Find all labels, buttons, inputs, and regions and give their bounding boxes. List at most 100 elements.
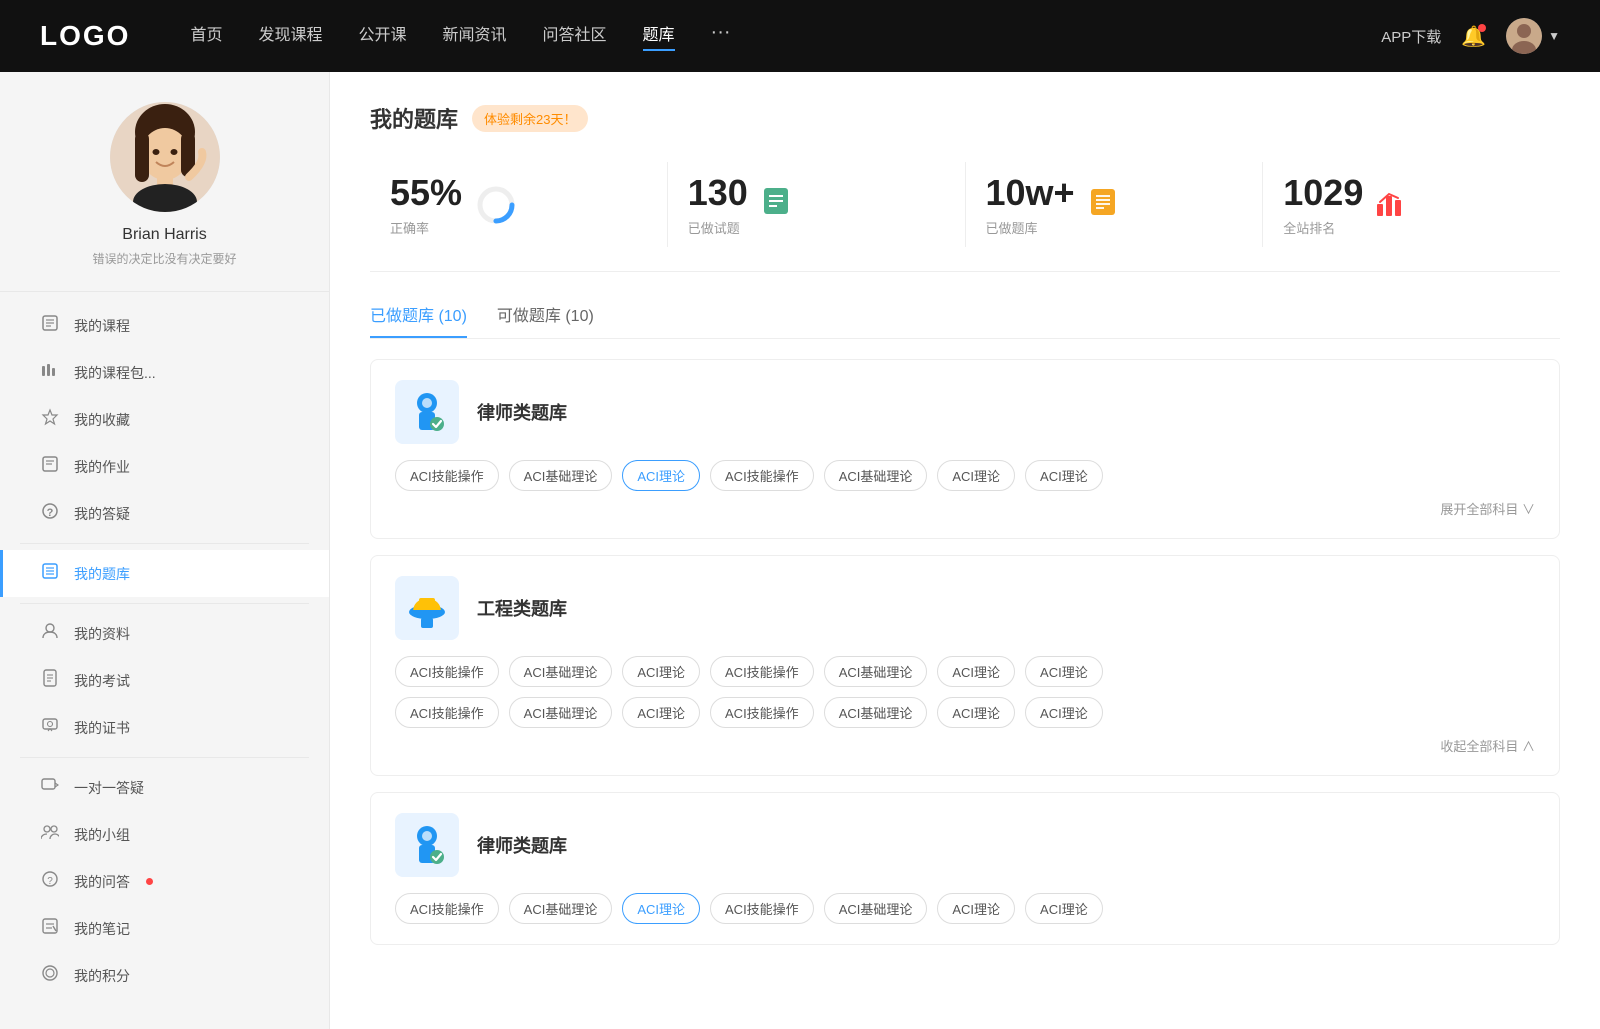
tag[interactable]: ACI基础理论	[509, 656, 613, 687]
logo: LOGO	[40, 20, 130, 52]
tag[interactable]: ACI基础理论	[509, 697, 613, 728]
stat-value-correct-rate: 55%	[390, 172, 462, 214]
sidebar-item-notes[interactable]: 我的笔记	[0, 905, 329, 952]
sidebar-item-my-course[interactable]: 我的课程	[0, 302, 329, 349]
profile-motto: 错误的决定比没有决定要好	[92, 250, 236, 267]
rank-icon	[1375, 186, 1407, 223]
notes-icon	[40, 917, 60, 940]
page-title: 我的题库	[370, 102, 458, 134]
tab-done-banks[interactable]: 已做题库 (10)	[370, 302, 467, 338]
tag[interactable]: ACI理论	[1025, 893, 1103, 924]
svg-text:?: ?	[47, 876, 53, 887]
tag[interactable]: ACI技能操作	[395, 893, 499, 924]
sidebar-label-my-qa: 我的问答	[74, 872, 130, 892]
group-icon	[40, 823, 60, 846]
sidebar-item-profile[interactable]: 我的资料	[0, 610, 329, 657]
tag[interactable]: ACI技能操作	[710, 460, 814, 491]
nav-more[interactable]: ···	[711, 21, 731, 51]
nav-item-qa[interactable]: 问答社区	[543, 21, 607, 51]
tag[interactable]: ACI基础理论	[824, 656, 928, 687]
tag[interactable]: ACI技能操作	[395, 697, 499, 728]
notification-bell[interactable]: 🔔	[1461, 24, 1486, 49]
svg-text:?: ?	[47, 507, 54, 519]
main-content: 我的题库 体验剩余23天！ 55% 正确率	[330, 72, 1600, 1029]
sidebar-label-exam: 我的考试	[74, 671, 130, 691]
stat-label-done-banks: 已做题库	[986, 218, 1075, 237]
nav-item-discover[interactable]: 发现课程	[258, 21, 322, 51]
sidebar-item-tutor[interactable]: 一对一答疑	[0, 764, 329, 811]
star-icon	[40, 408, 60, 431]
tag[interactable]: ACI基础理论	[824, 460, 928, 491]
lawyer-icon-1	[395, 380, 459, 444]
tag[interactable]: ACI基础理论	[824, 697, 928, 728]
sidebar-item-course-package[interactable]: 我的课程包...	[0, 349, 329, 396]
stat-correct-rate: 55% 正确率	[370, 162, 668, 247]
done-q-icon	[760, 185, 792, 224]
sidebar-label-certificate: 我的证书	[74, 718, 130, 738]
qbank-header-2: 工程类题库	[395, 576, 1535, 640]
stat-done-banks-info: 10w+ 已做题库	[986, 172, 1075, 237]
tags-row-1: ACI技能操作 ACI基础理论 ACI理论 ACI技能操作 ACI基础理论 ACI理论 AC…	[395, 460, 1535, 491]
collapse-link-1[interactable]: 收起全部科目 ∧	[395, 736, 1535, 755]
tag[interactable]: ACI理论	[1025, 460, 1103, 491]
qa-icon: ?	[40, 502, 60, 525]
nav-items: 首页 发现课程 公开课 新闻资讯 问答社区 题库 ···	[190, 21, 1341, 51]
sidebar-menu: 我的课程 我的课程包... 我的收藏 我的作业	[0, 292, 329, 1009]
sidebar-item-points[interactable]: 我的积分	[0, 952, 329, 999]
main-layout: Brian Harris 错误的决定比没有决定要好 我的课程 我的课程包...	[0, 72, 1600, 1029]
tags-row-3: ACI技能操作 ACI基础理论 ACI理论 ACI技能操作 ACI基础理论 ACI理论 AC…	[395, 893, 1535, 924]
tag[interactable]: ACI理论	[937, 697, 1015, 728]
qbank-card-lawyer-1: 律师类题库 ACI技能操作ACI基础理论ACI理论ACI技能操作ACI基础理论A…	[370, 359, 1560, 539]
sidebar-label-qbank: 我的题库	[74, 564, 130, 584]
stat-done-banks: 10w+ 已做题库	[966, 162, 1264, 247]
sidebar-label-qa: 我的答疑	[74, 504, 130, 524]
tag[interactable]: ACI理论	[1025, 656, 1103, 687]
sidebar-item-favorites[interactable]: 我的收藏	[0, 396, 329, 443]
homework-icon	[40, 455, 60, 478]
nav-item-opencourse[interactable]: 公开课	[358, 21, 406, 51]
nav-item-home[interactable]: 首页	[190, 21, 222, 51]
tutor-icon	[40, 776, 60, 799]
tag[interactable]: ACI理论	[622, 697, 700, 728]
sidebar-item-group[interactable]: 我的小组	[0, 811, 329, 858]
stat-label-rank: 全站排名	[1283, 218, 1363, 237]
tag[interactable]: ACI技能操作	[710, 656, 814, 687]
exam-icon	[40, 669, 60, 692]
sidebar-item-qa-mine[interactable]: ? 我的答疑	[0, 490, 329, 537]
nav-item-qbank[interactable]: 题库	[643, 21, 675, 51]
tag[interactable]: ACI基础理论	[509, 460, 613, 491]
tag[interactable]: ACI基础理论	[509, 893, 613, 924]
divider-1	[20, 543, 309, 544]
tag[interactable]: ACI基础理论	[824, 893, 928, 924]
tag[interactable]: ACI理论	[937, 460, 1015, 491]
tag[interactable]: ACI技能操作	[395, 656, 499, 687]
sidebar-item-exam[interactable]: 我的考试	[0, 657, 329, 704]
tag[interactable]: ACI理论	[1025, 697, 1103, 728]
tab-available-banks[interactable]: 可做题库 (10)	[497, 302, 594, 338]
avatar	[1506, 18, 1542, 54]
tag[interactable]: ACI理论	[622, 656, 700, 687]
expand-link-1[interactable]: 展开全部科目 ∨	[395, 499, 1535, 518]
user-avatar-menu[interactable]: ▼	[1506, 18, 1560, 54]
tag[interactable]: ACI理论	[937, 656, 1015, 687]
sidebar-item-my-qa[interactable]: ? 我的问答	[0, 858, 329, 905]
course-icon	[40, 314, 60, 337]
nav-item-news[interactable]: 新闻资讯	[443, 21, 507, 51]
sidebar-item-homework[interactable]: 我的作业	[0, 443, 329, 490]
tag[interactable]: ACI理论	[937, 893, 1015, 924]
divider-3	[20, 757, 309, 758]
notification-dot	[1478, 24, 1486, 32]
sidebar-label-homework: 我的作业	[74, 457, 130, 477]
sidebar-item-certificate[interactable]: 我的证书	[0, 704, 329, 751]
app-download-link[interactable]: APP下载	[1381, 26, 1441, 47]
tag[interactable]: ACI理论	[622, 893, 700, 924]
profile-avatar	[110, 102, 220, 212]
tag[interactable]: ACI技能操作	[710, 893, 814, 924]
qbank-name-1: 律师类题库	[477, 399, 567, 425]
tag[interactable]: ACI技能操作	[395, 460, 499, 491]
sidebar-label-course-package: 我的课程包...	[74, 363, 156, 383]
sidebar-item-qbank[interactable]: 我的题库	[0, 550, 329, 597]
tag[interactable]: ACI技能操作	[710, 697, 814, 728]
tag[interactable]: ACI理论	[622, 460, 700, 491]
tags-row-2a: ACI技能操作 ACI基础理论 ACI理论 ACI技能操作 ACI基础理论 ACI理论 AC…	[395, 656, 1535, 687]
